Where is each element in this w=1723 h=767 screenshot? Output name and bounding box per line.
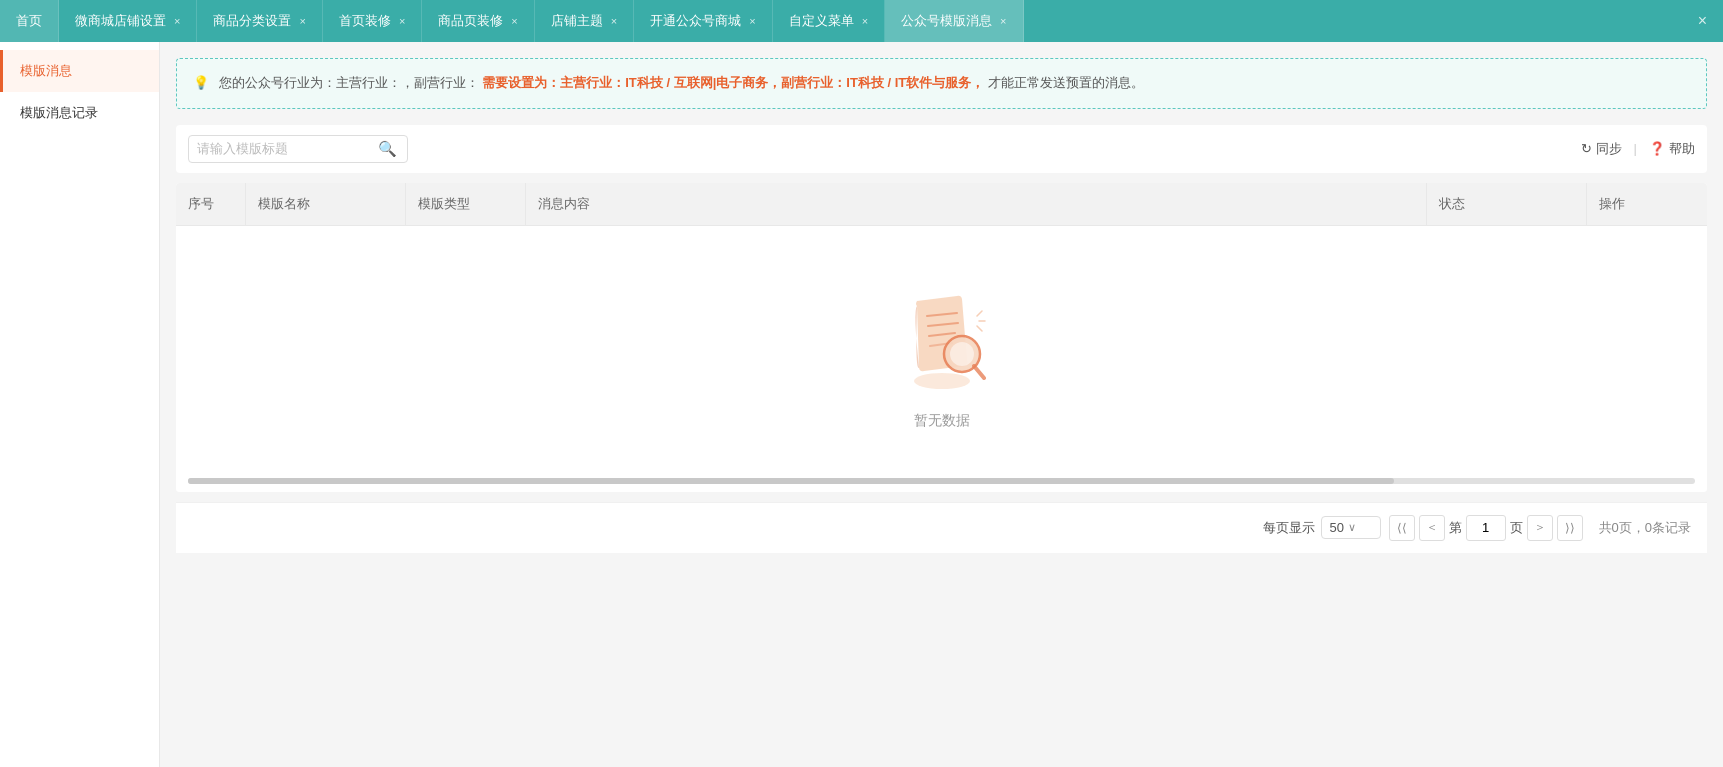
notice-suffix: 才能正常发送预置的消息。	[988, 75, 1144, 90]
chevron-down-icon: ∨	[1348, 521, 1356, 534]
tab-template-msg[interactable]: 公众号模版消息 ×	[885, 0, 1023, 42]
svg-line-8	[977, 311, 982, 316]
sync-label: 同步	[1596, 140, 1622, 158]
toolbar-right: ↻ 同步 | ❓ 帮助	[1581, 140, 1695, 158]
notice-icon: 💡	[193, 75, 209, 90]
help-label: 帮助	[1669, 140, 1695, 158]
tab-close-open-mall[interactable]: ×	[749, 15, 755, 27]
sidebar-label-template-msg: 模版消息	[20, 63, 72, 78]
page-nav: ⟨⟨ ＜ 第 1 页 ＞ ⟩⟩	[1389, 515, 1583, 541]
th-status: 状态	[1427, 183, 1587, 225]
scrollbar-thumb[interactable]	[188, 478, 1394, 484]
tab-close-product-category[interactable]: ×	[299, 15, 305, 27]
per-page-label: 每页显示	[1263, 519, 1315, 537]
notice-highlight: 需要设置为：主营行业：IT科技 / 互联网|电子商务，副营行业：IT科技 / I…	[482, 75, 984, 90]
tab-custom-menu[interactable]: 自定义菜单 ×	[773, 0, 885, 42]
empty-text: 暂无数据	[914, 412, 970, 430]
sidebar-label-template-msg-records: 模版消息记录	[20, 105, 98, 120]
content-area: 💡 您的公众号行业为：主营行业：，副营行业： 需要设置为：主营行业：IT科技 /…	[160, 42, 1723, 767]
tab-product-decoration[interactable]: 商品页装修 ×	[422, 0, 534, 42]
page-number-input[interactable]: 1	[1466, 515, 1506, 541]
tab-label-home-decoration: 首页装修	[339, 12, 391, 30]
empty-illustration	[887, 286, 997, 396]
tab-close-template-msg[interactable]: ×	[1000, 15, 1006, 27]
svg-point-6	[950, 342, 974, 366]
toolbar: 🔍 ↻ 同步 | ❓ 帮助	[176, 125, 1707, 173]
per-page-select: 每页显示 50 ∨	[1263, 516, 1381, 539]
per-page-dropdown[interactable]: 50 ∨	[1321, 516, 1381, 539]
table-wrap: 序号模版名称模版类型消息内容状态操作	[176, 183, 1707, 492]
help-icon: ❓	[1649, 141, 1665, 156]
tab-close-product-decoration[interactable]: ×	[511, 15, 517, 27]
tab-label-store-theme: 店铺主题	[551, 12, 603, 30]
total-info: 共0页，0条记录	[1599, 519, 1691, 537]
tab-close-wshop-settings[interactable]: ×	[174, 15, 180, 27]
search-icon: 🔍	[378, 140, 397, 157]
help-button[interactable]: ❓ 帮助	[1649, 140, 1695, 158]
tab-label-open-mall: 开通公众号商城	[650, 12, 741, 30]
th-index: 序号	[176, 183, 246, 225]
tab-store-theme[interactable]: 店铺主题 ×	[535, 0, 634, 42]
tab-close-store-theme[interactable]: ×	[611, 15, 617, 27]
tab-label-product-decoration: 商品页装修	[438, 12, 503, 30]
first-page-button[interactable]: ⟨⟨	[1389, 515, 1415, 541]
tab-label-wshop-settings: 微商城店铺设置	[75, 12, 166, 30]
svg-line-10	[977, 326, 982, 331]
page-prefix: 第	[1449, 519, 1462, 537]
tab-label-home: 首页	[16, 12, 42, 30]
empty-state: 暂无数据	[176, 226, 1707, 470]
page-suffix: 页	[1510, 519, 1523, 537]
main-layout: 模版消息模版消息记录 💡 您的公众号行业为：主营行业：，副营行业： 需要设置为：…	[0, 42, 1723, 767]
svg-line-7	[974, 366, 984, 378]
tab-open-mall[interactable]: 开通公众号商城 ×	[634, 0, 772, 42]
prev-page-button[interactable]: ＜	[1419, 515, 1445, 541]
last-page-button[interactable]: ⟩⟩	[1557, 515, 1583, 541]
tab-product-category[interactable]: 商品分类设置 ×	[197, 0, 322, 42]
tab-home-decoration[interactable]: 首页装修 ×	[323, 0, 422, 42]
next-page-button[interactable]: ＞	[1527, 515, 1553, 541]
tab-label-template-msg: 公众号模版消息	[901, 12, 992, 30]
page-input-wrap: 1	[1466, 515, 1506, 541]
th-action: 操作	[1587, 183, 1707, 225]
search-input-wrap: 🔍	[188, 135, 408, 163]
horizontal-scrollbar[interactable]	[188, 478, 1695, 484]
per-page-value: 50	[1330, 520, 1344, 535]
th-type: 模版类型	[406, 183, 526, 225]
pagination: 每页显示 50 ∨ ⟨⟨ ＜ 第 1 页 ＞ ⟩⟩ 共0页，0条记录	[176, 502, 1707, 553]
tab-close-custom-menu[interactable]: ×	[862, 15, 868, 27]
th-content: 消息内容	[526, 183, 1427, 225]
tab-label-product-category: 商品分类设置	[213, 12, 291, 30]
sidebar: 模版消息模版消息记录	[0, 42, 160, 767]
sync-button[interactable]: ↻ 同步	[1581, 140, 1622, 158]
tab-label-custom-menu: 自定义菜单	[789, 12, 854, 30]
tab-wshop-settings[interactable]: 微商城店铺设置 ×	[59, 0, 197, 42]
sync-icon: ↻	[1581, 141, 1592, 156]
notice-box: 💡 您的公众号行业为：主营行业：，副营行业： 需要设置为：主营行业：IT科技 /…	[176, 58, 1707, 109]
sidebar-item-template-msg[interactable]: 模版消息	[0, 50, 159, 92]
tab-home[interactable]: 首页	[0, 0, 59, 42]
notice-prefix: 您的公众号行业为：主营行业：，副营行业：	[219, 75, 479, 90]
th-name: 模版名称	[246, 183, 406, 225]
search-input[interactable]	[197, 141, 376, 156]
search-button[interactable]: 🔍	[376, 140, 399, 158]
tab-close-home-decoration[interactable]: ×	[399, 15, 405, 27]
toolbar-divider: |	[1634, 141, 1637, 156]
tab-bar: 首页微商城店铺设置×商品分类设置×首页装修×商品页装修×店铺主题×开通公众号商城…	[0, 0, 1723, 42]
table-header: 序号模版名称模版类型消息内容状态操作	[176, 183, 1707, 226]
svg-point-0	[914, 373, 970, 389]
sidebar-item-template-msg-records[interactable]: 模版消息记录	[0, 92, 159, 134]
close-all-button[interactable]: ×	[1682, 12, 1723, 30]
scroll-bar-area	[176, 470, 1707, 492]
